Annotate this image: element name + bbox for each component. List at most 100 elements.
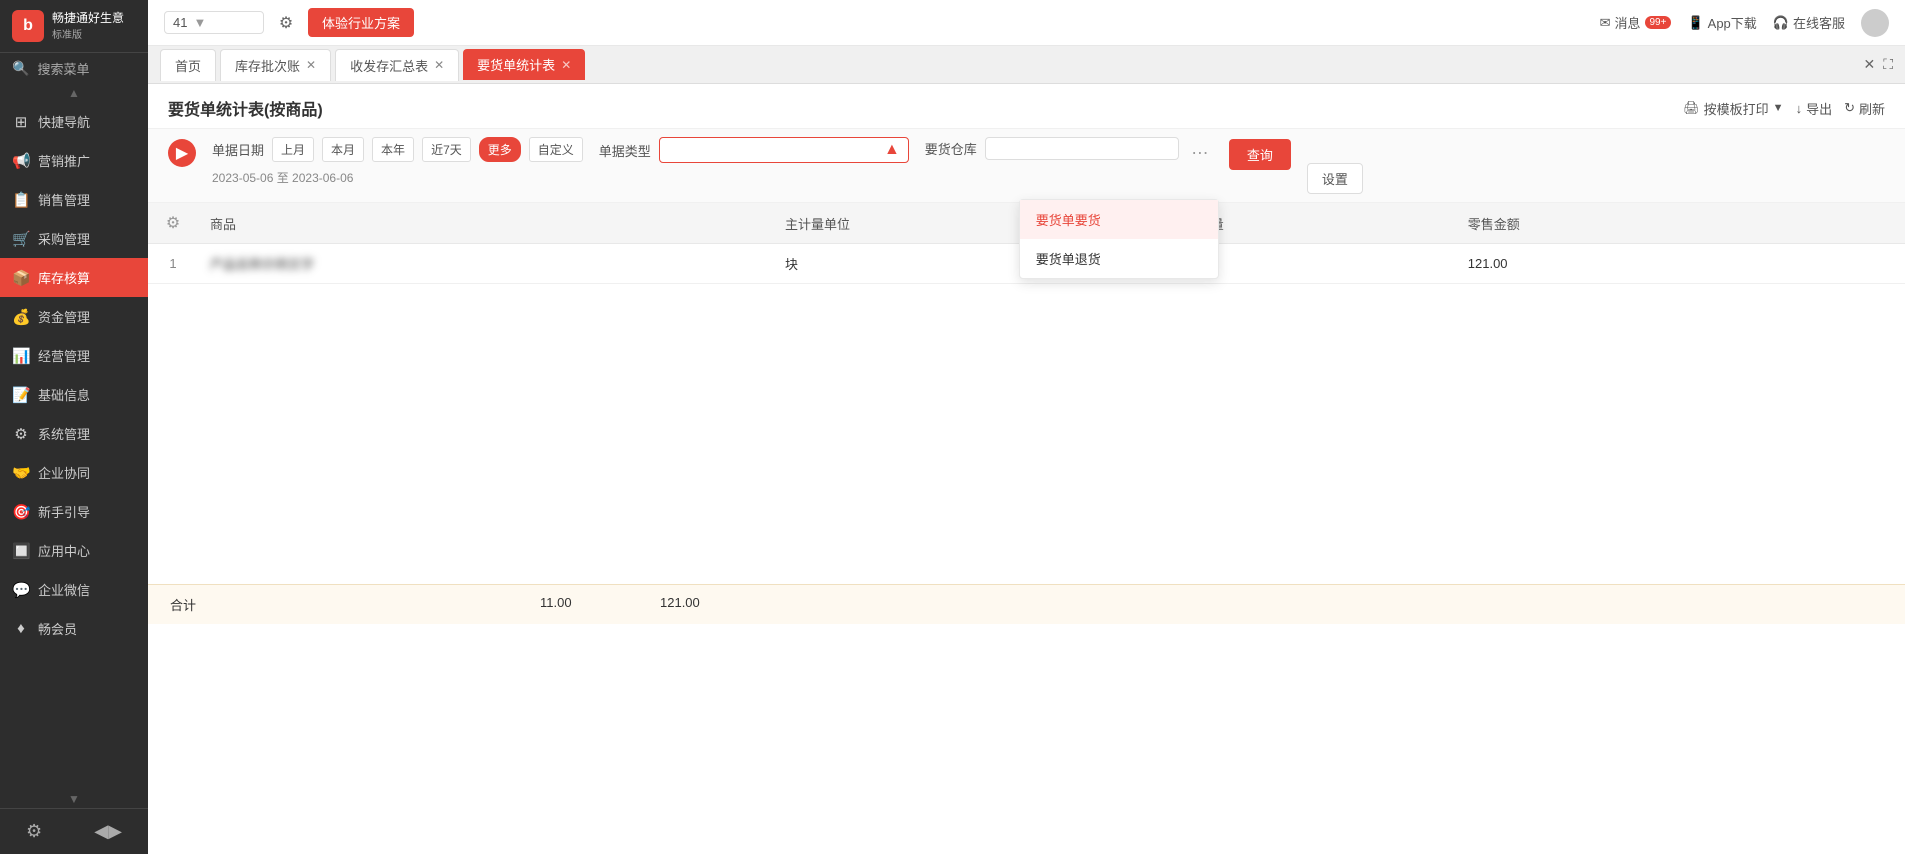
tabs-controls: ✕ ⛶: [1863, 56, 1893, 73]
row-amount: 121.00: [1456, 244, 1797, 284]
col-settings[interactable]: ⚙: [148, 203, 198, 244]
header-left: 41 ▼ ⚙ 体验行业方案: [164, 8, 414, 37]
page-content: 要货单统计表(按商品) 🖨 按模板打印 ▼ ↓ 导出 ↻ 刷新 ▶: [148, 84, 1905, 854]
type-filter-input-wrapper[interactable]: ▲: [659, 137, 909, 163]
tab-home[interactable]: 首页: [160, 49, 216, 81]
print-template-btn[interactable]: 🖨 按模板打印 ▼: [1683, 99, 1783, 118]
sidebar-nav: ⊞ 快捷导航 📢 营销推广 📋 销售管理 🛒 采购管理 📦 库存核算 💰 资金管…: [0, 102, 148, 790]
sidebar-item-purchase[interactable]: 🛒 采购管理: [0, 219, 148, 258]
sidebar-item-label: 基础信息: [38, 385, 90, 404]
wechat-icon: 💬: [12, 581, 30, 599]
trial-industry-btn[interactable]: 体验行业方案: [308, 8, 414, 37]
app-download-btn[interactable]: 📱 App下载: [1687, 13, 1756, 32]
col-extra: [1797, 203, 1905, 244]
app-download-label: App下载: [1708, 13, 1757, 32]
warehouse-filter-section: 要货仓库 …: [925, 137, 1213, 160]
sidebar-item-quick-nav[interactable]: ⊞ 快捷导航: [0, 102, 148, 141]
tab-order-stats-label: 要货单统计表: [477, 55, 555, 74]
tab-inventory-batch-close[interactable]: ✕: [306, 58, 316, 72]
sidebar-item-guide[interactable]: 🎯 新手引导: [0, 492, 148, 531]
sidebar-item-marketing[interactable]: 📢 营销推广: [0, 141, 148, 180]
footer-label: 合计: [160, 595, 400, 614]
export-icon: ↓: [1796, 101, 1803, 116]
refresh-btn[interactable]: ↻ 刷新: [1844, 99, 1885, 118]
sidebar-item-label: 企业协同: [38, 463, 90, 482]
warehouse-filter-input-wrapper[interactable]: [985, 137, 1179, 160]
custom-date-btn[interactable]: 自定义: [529, 137, 583, 162]
message-icon: ✉: [1600, 15, 1611, 31]
date-range-display: 2023-05-06 至 2023-06-06: [212, 169, 583, 186]
dropdown-item-yaohuo-tui[interactable]: 要货单退货: [1020, 239, 1218, 278]
sidebar-item-basics[interactable]: 📝 基础信息: [0, 375, 148, 414]
filter-toggle-btn[interactable]: ▶: [168, 139, 196, 167]
operations-icon: 📊: [12, 347, 30, 365]
sidebar-item-wechat[interactable]: 💬 企业微信: [0, 570, 148, 609]
this-year-btn[interactable]: 本年: [372, 137, 414, 162]
guide-icon: 🎯: [12, 503, 30, 521]
export-label: 导出: [1806, 99, 1832, 118]
tab-inventory-batch-label: 库存批次账: [235, 56, 300, 75]
row-index: 1: [148, 244, 198, 284]
sidebar-item-label: 库存核算: [38, 268, 90, 287]
tab-receive-summary[interactable]: 收发存汇总表 ✕: [335, 49, 459, 81]
store-dropdown-arrow: ▼: [193, 15, 206, 30]
tab-order-stats[interactable]: 要货单统计表 ✕: [463, 49, 585, 80]
last-month-btn[interactable]: 上月: [272, 137, 314, 162]
sidebar-item-enterprise[interactable]: 🤝 企业协同: [0, 453, 148, 492]
vip-icon: ♦: [12, 620, 30, 637]
sidebar-item-finance[interactable]: 💰 资金管理: [0, 297, 148, 336]
type-filter-input[interactable]: [668, 143, 884, 158]
footer-qty: 11.00: [540, 595, 660, 614]
date-filter-label: 单据日期: [212, 140, 264, 159]
settings-btn[interactable]: 设置: [1307, 163, 1363, 194]
export-btn[interactable]: ↓ 导出: [1796, 99, 1833, 118]
sidebar-item-inventory[interactable]: 📦 库存核算: [0, 258, 148, 297]
collapse-sidebar-btn[interactable]: ◀▶: [86, 817, 130, 846]
sidebar-item-label: 营销推广: [38, 151, 90, 170]
settings-bottom-btn[interactable]: ⚙: [18, 817, 50, 846]
tab-inventory-batch[interactable]: 库存批次账 ✕: [220, 49, 331, 81]
sidebar-item-apps[interactable]: 🔲 应用中心: [0, 531, 148, 570]
type-filter-section: 单据类型 ▲ 要货单要货 要货单退货: [599, 137, 909, 163]
sidebar-item-sales[interactable]: 📋 销售管理: [0, 180, 148, 219]
sidebar-item-operations[interactable]: 📊 经营管理: [0, 336, 148, 375]
more-dates-btn[interactable]: 更多: [479, 137, 521, 162]
sidebar-scroll-down[interactable]: ▼: [0, 790, 148, 808]
sidebar-scroll-up[interactable]: ▲: [0, 84, 148, 102]
system-icon: ⚙: [12, 425, 30, 443]
tab-expand-btn[interactable]: ⛶: [1883, 56, 1893, 73]
footer-unit-spacer: [400, 595, 540, 614]
purchase-icon: 🛒: [12, 230, 30, 248]
online-service-btn[interactable]: 🎧 在线客服: [1773, 13, 1845, 32]
col-amount: 零售金额: [1456, 203, 1797, 244]
page-actions: 🖨 按模板打印 ▼ ↓ 导出 ↻ 刷新: [1683, 99, 1885, 118]
table-footer: 合计 11.00 121.00: [148, 584, 1905, 624]
dropdown-item-yaohuo-yao[interactable]: 要货单要货: [1020, 200, 1218, 239]
warehouse-more-btn[interactable]: …: [1187, 138, 1213, 159]
tab-receive-summary-label: 收发存汇总表: [350, 56, 428, 75]
tab-order-stats-close[interactable]: ✕: [561, 58, 571, 72]
sidebar-item-system[interactable]: ⚙ 系统管理: [0, 414, 148, 453]
type-dropdown-arrow[interactable]: ▲: [884, 141, 900, 159]
print-template-label: 按模板打印: [1704, 99, 1769, 118]
search-menu[interactable]: 🔍 搜索菜单: [0, 53, 148, 84]
messages-btn[interactable]: ✉ 消息 99+: [1600, 13, 1672, 32]
tab-receive-summary-close[interactable]: ✕: [434, 58, 444, 72]
warehouse-filter-input[interactable]: [994, 141, 1170, 156]
user-avatar[interactable]: [1861, 9, 1889, 37]
type-filter-label: 单据类型: [599, 141, 651, 160]
store-selector[interactable]: 41 ▼: [164, 11, 264, 34]
sidebar-item-vip[interactable]: ♦ 畅会员: [0, 609, 148, 648]
header-settings-btn[interactable]: ⚙: [272, 9, 300, 37]
this-month-btn[interactable]: 本月: [322, 137, 364, 162]
table-spacer: [148, 284, 1905, 584]
refresh-label: 刷新: [1859, 99, 1885, 118]
last-7-days-btn[interactable]: 近7天: [422, 137, 471, 162]
online-service-label: 在线客服: [1793, 13, 1845, 32]
store-name: 41: [173, 15, 187, 30]
apps-icon: 🔲: [12, 542, 30, 560]
tab-home-label: 首页: [175, 56, 201, 75]
tab-close-all-btn[interactable]: ✕: [1863, 56, 1875, 73]
query-btn[interactable]: 查询: [1229, 139, 1291, 170]
quick-nav-icon: ⊞: [12, 113, 30, 131]
